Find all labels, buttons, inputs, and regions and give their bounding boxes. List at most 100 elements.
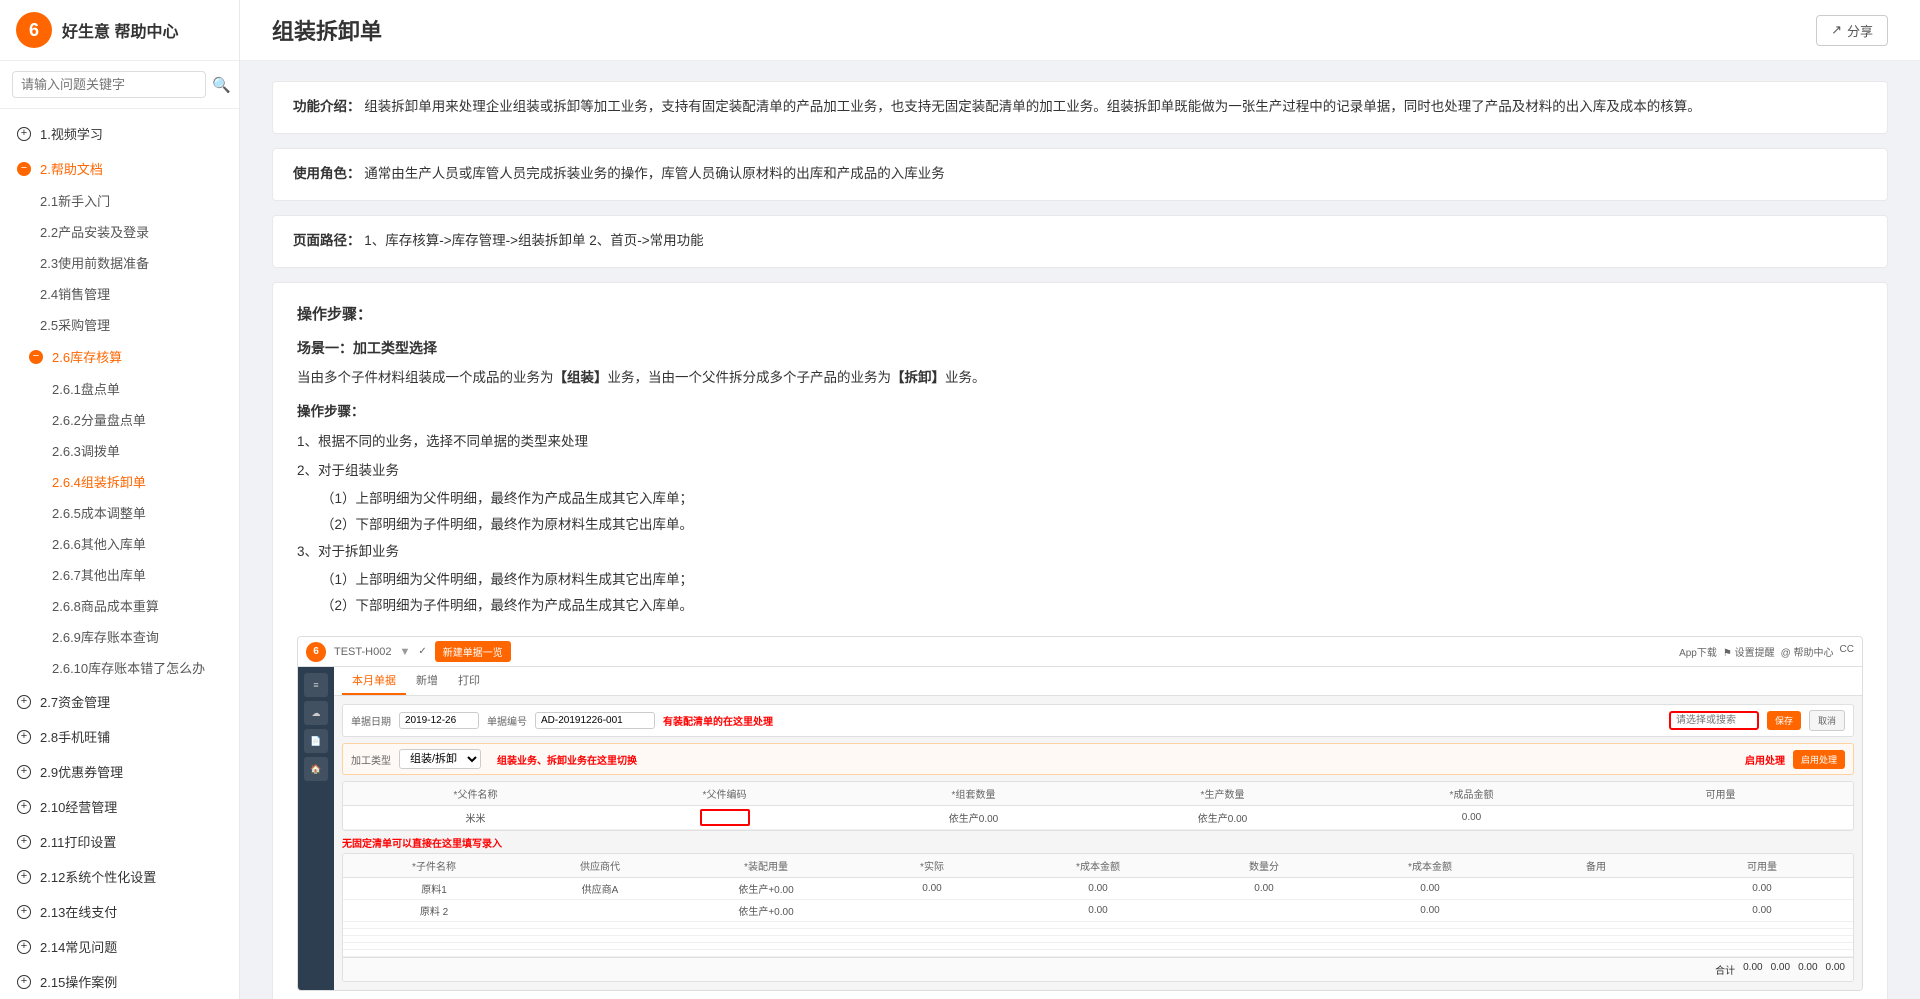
- sim-lower-row-2: 原料 2 依生产+0.00 0.00 0.00 0.00: [343, 900, 1853, 922]
- nav-sub-item-2.6.10[interactable]: 2.6.10库存账本错了怎么办: [0, 652, 239, 683]
- sim-main-area: 本月单据 新增 打印 单据日期 单据编号: [334, 667, 1862, 990]
- sim-sidebar-icon-2[interactable]: ☁: [304, 701, 328, 725]
- function-intro-text: 组装拆卸单用来处理企业组装或拆卸等加工业务，支持有固定装配清单的产品加工业务，也…: [364, 99, 1701, 114]
- operations-body: 操作步骤： 场景一：加工类型选择 当由多个子件材料组装成一个成品的业务为【组装】…: [272, 282, 1888, 999]
- nav-sub-item-2.6.6[interactable]: 2.6.6其他入库单: [0, 528, 239, 559]
- expand-icon-2.11: +: [17, 835, 31, 849]
- nav-sub-item-2.2[interactable]: 2.2产品安装及登录: [0, 216, 239, 247]
- sim-form-row-1: 单据日期 单据编号 有装配清单的在这里处理 保存 取消: [342, 704, 1854, 737]
- expand-icon-2.13: +: [17, 905, 31, 919]
- sim-type-row-wrapper: 加工类型 组装/拆卸 组装业务、拆卸业务在这里切换 启用处理 启用处理: [342, 743, 1854, 775]
- nav-item-2.15[interactable]: + 2.15操作案例: [0, 965, 239, 998]
- scene1-title: 场景一：加工类型选择: [297, 338, 1863, 358]
- sim-upper-cell-name: 米米: [351, 810, 600, 825]
- sim-upper-cell-qty1: 依生产0.00: [849, 810, 1098, 825]
- nav-item-2.11[interactable]: + 2.11打印设置: [0, 825, 239, 858]
- nav-section-video: + 1.视频学习: [0, 117, 239, 150]
- sim-tabs: 本月单据 新增 打印: [334, 667, 1862, 696]
- sim-upper-row-1: 米米 依生产0.00 依生产0.00 0.00: [343, 806, 1853, 830]
- nav-sub-item-2.6.7[interactable]: 2.6.7其他出库单: [0, 559, 239, 590]
- function-intro-label: 功能介绍：: [293, 99, 361, 114]
- nav-section-2.10: + 2.10经营管理: [0, 790, 239, 823]
- app-title: 好生意 帮助中心: [62, 18, 178, 42]
- nav-sub-item-2.6.4[interactable]: 2.6.4组装拆卸单: [0, 466, 239, 497]
- step-3: 3、对于拆卸业务: [297, 540, 1863, 564]
- sim-upper-code-input[interactable]: [700, 809, 750, 826]
- nav-section-2.7: + 2.7资金管理: [0, 685, 239, 718]
- sim-order-input[interactable]: [535, 712, 655, 729]
- nav-sub-item-2.1[interactable]: 2.1新手入门: [0, 185, 239, 216]
- nav-item-2.13[interactable]: + 2.13在线支付: [0, 895, 239, 928]
- nav-sub-item-2.6.8[interactable]: 2.6.8商品成本重算: [0, 590, 239, 621]
- nav-sub-item-2.6.3[interactable]: 2.6.3调拨单: [0, 435, 239, 466]
- nav-section-2.15: + 2.15操作案例: [0, 965, 239, 998]
- role-label: 使用角色：: [293, 166, 361, 181]
- sim-tab-new[interactable]: 新增: [406, 667, 448, 695]
- sim-test-id: TEST-H002: [334, 646, 391, 658]
- share-button[interactable]: ↗ 分享: [1816, 15, 1888, 46]
- logo-icon: 6: [16, 12, 52, 48]
- nav-sub-item-2.6.1[interactable]: 2.6.1盘点单: [0, 373, 239, 404]
- step-2-1: （1）上部明细为父件明细，最终作为产成品生成其它入库单；: [321, 487, 1863, 511]
- sim-col-header-name: *父件名称: [351, 786, 600, 801]
- main-content: 组装拆卸单 ↗ 分享 功能介绍： 组装拆卸单用来处理企业组装或拆卸等加工业务，支…: [240, 0, 1920, 999]
- sim-lower-table-header: *子件名称 供应商代 *装配用量 *实际 *成本金额 数量分 *成本金额 备用: [343, 854, 1853, 878]
- expand-icon-2.7: +: [17, 695, 31, 709]
- sim-order-label: 单据编号: [487, 713, 527, 728]
- step-3-2: （2）下部明细为子件明细，最终作为产成品生成其它入库单。: [321, 594, 1863, 618]
- nav-sub-item-2.4[interactable]: 2.4销售管理: [0, 278, 239, 309]
- expand-icon-2.10: +: [17, 800, 31, 814]
- nav-sub-item-2.6.2[interactable]: 2.6.2分量盘点单: [0, 404, 239, 435]
- nav-item-2.6[interactable]: − 2.6库存核算: [0, 340, 239, 373]
- sim-col-header-code: *父件编码: [600, 786, 849, 801]
- sim-upper-cell-code[interactable]: [600, 809, 849, 826]
- sim-sidebar-icon-1[interactable]: ≡: [304, 673, 328, 697]
- sim-bom-input[interactable]: [1669, 711, 1759, 730]
- nav-item-2.8[interactable]: + 2.8手机旺铺: [0, 720, 239, 753]
- sim-col-header-avail: 可用量: [1596, 786, 1845, 801]
- annotation-type: 组装业务、拆卸业务在这里切换: [497, 752, 637, 767]
- sim-col-header-qty2: *生产数量: [1098, 786, 1347, 801]
- nav-sub-item-2.6.5[interactable]: 2.6.5成本调整单: [0, 497, 239, 528]
- annotation-bom: 有装配清单的在这里处理: [663, 713, 1661, 728]
- nav-item-docs[interactable]: − 2.帮助文档: [0, 152, 239, 185]
- nav-item-2.10[interactable]: + 2.10经营管理: [0, 790, 239, 823]
- nav-list: + 1.视频学习 − 2.帮助文档 2.1新手入门 2.2产品安装及登录 2.3…: [0, 109, 239, 999]
- expand-icon-2.15: +: [17, 975, 31, 989]
- page-title: 组装拆卸单: [272, 14, 382, 46]
- sim-sidebar: ≡ ☁ 📄 🏠: [298, 667, 334, 990]
- role-block: 使用角色： 通常由生产人员或库管人员完成拆装业务的操作，库管人员确认原材料的出库…: [272, 148, 1888, 201]
- sim-cancel-btn[interactable]: 取消: [1809, 710, 1845, 731]
- search-button[interactable]: 🔍: [212, 76, 231, 94]
- sim-lower-row-1: 原料1 供应商A 依生产+0.00 0.00 0.00 0.00 0.00 0: [343, 878, 1853, 900]
- nav-item-2.12[interactable]: + 2.12系统个性化设置: [0, 860, 239, 893]
- nav-sub-item-2.3[interactable]: 2.3使用前数据准备: [0, 247, 239, 278]
- step-2-2: （2）下部明细为子件明细，最终作为原材料生成其它出库单。: [321, 513, 1863, 537]
- nav-item-2.7[interactable]: + 2.7资金管理: [0, 685, 239, 718]
- path-text: 1、库存核算->库存管理->组装拆卸单 2、首页->常用功能: [364, 233, 703, 248]
- nav-item-2.9[interactable]: + 2.9优惠券管理: [0, 755, 239, 788]
- collapse-icon-2.6: −: [29, 350, 43, 364]
- sim-date-input[interactable]: [399, 712, 479, 729]
- sim-tab-print[interactable]: 打印: [448, 667, 490, 695]
- sim-tab-list[interactable]: 本月单据: [342, 667, 406, 695]
- sim-lower-row-7: [343, 950, 1853, 957]
- sim-sidebar-icon-4[interactable]: 🏠: [304, 757, 328, 781]
- step-3-1: （1）上部明细为父件明细，最终作为原材料生成其它出库单；: [321, 568, 1863, 592]
- sim-lower-table: *子件名称 供应商代 *装配用量 *实际 *成本金额 数量分 *成本金额 备用: [342, 853, 1854, 982]
- sim-topbar-icons: App下载 ⚑ 设置提醒 @ 帮助中心 CC: [1679, 644, 1854, 659]
- sim-type-select[interactable]: 组装/拆卸: [399, 749, 481, 769]
- main-header: 组装拆卸单 ↗ 分享: [240, 0, 1920, 61]
- nav-item-2.14[interactable]: + 2.14常见问题: [0, 930, 239, 963]
- search-input[interactable]: [12, 71, 206, 98]
- sim-save-btn[interactable]: 保存: [1767, 711, 1801, 730]
- sim-enable-btn[interactable]: 启用处理: [1793, 750, 1845, 769]
- nav-sub-item-2.5[interactable]: 2.5采购管理: [0, 309, 239, 340]
- nav-item-video[interactable]: + 1.视频学习: [0, 117, 239, 150]
- sim-sidebar-icon-3[interactable]: 📄: [304, 729, 328, 753]
- logo-area: 6 好生意 帮助中心: [0, 0, 239, 61]
- nav-sub-item-2.6.9[interactable]: 2.6.9库存账本查询: [0, 621, 239, 652]
- ops-steps-label: 操作步骤：: [297, 400, 1863, 424]
- search-box: 🔍: [0, 61, 239, 109]
- sim-new-btn[interactable]: 新建单据一览: [435, 641, 511, 662]
